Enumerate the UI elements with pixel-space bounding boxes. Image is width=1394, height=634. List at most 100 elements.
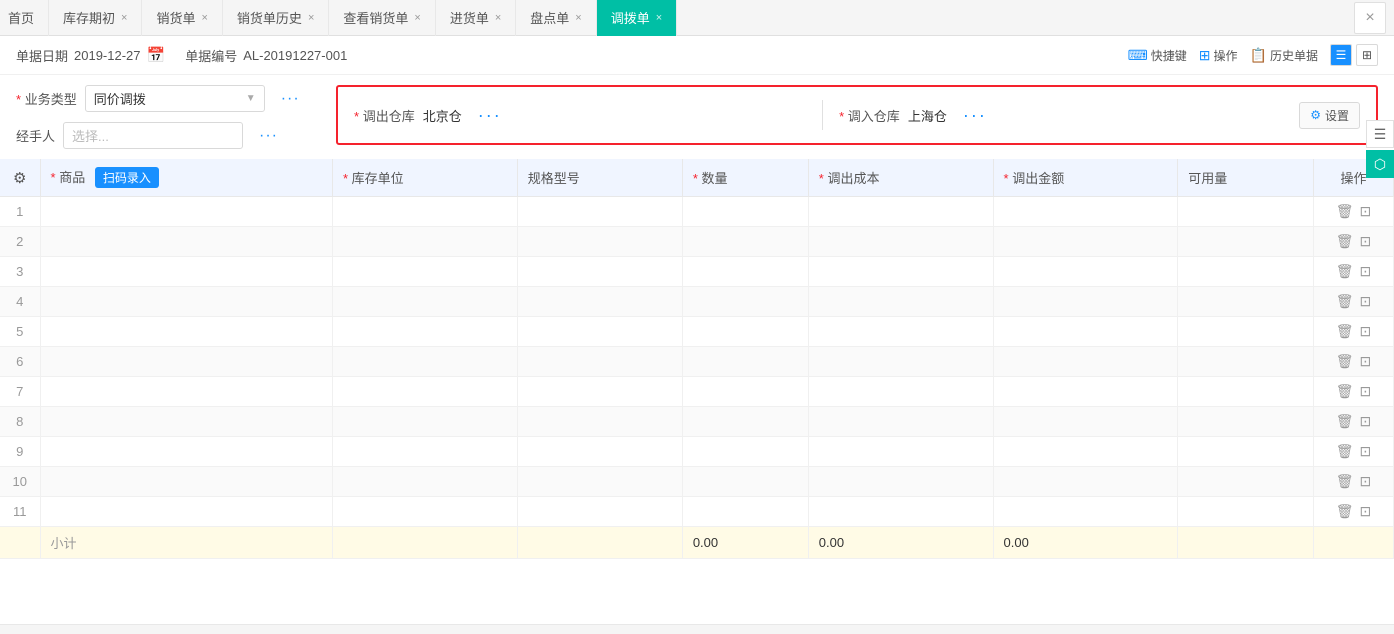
cell-available[interactable] (1178, 227, 1314, 257)
cell-cost[interactable] (808, 227, 993, 257)
cell-amount[interactable] (993, 347, 1178, 377)
cell-spec[interactable] (517, 227, 682, 257)
scan-button[interactable]: 扫码录入 (95, 167, 159, 188)
copy-icon[interactable]: ⊡ (1360, 473, 1372, 490)
copy-icon[interactable]: ⊡ (1360, 323, 1372, 340)
cell-available[interactable] (1178, 257, 1314, 287)
cell-qty[interactable] (682, 257, 808, 287)
copy-icon[interactable]: ⊡ (1360, 233, 1372, 250)
cell-product[interactable] (40, 227, 332, 257)
delete-icon[interactable]: 🗑 (1336, 503, 1354, 520)
tab-sales-history[interactable]: 销货单历史 × (223, 0, 329, 36)
cell-amount[interactable] (993, 317, 1178, 347)
cell-qty[interactable] (682, 317, 808, 347)
cell-unit[interactable] (332, 257, 517, 287)
delete-icon[interactable]: 🗑 (1336, 203, 1354, 220)
cell-unit[interactable] (332, 467, 517, 497)
delete-icon[interactable]: 🗑 (1336, 473, 1354, 490)
tab-close-stocktake[interactable]: × (575, 12, 581, 24)
copy-icon[interactable]: ⊡ (1360, 293, 1372, 310)
cell-product[interactable] (40, 317, 332, 347)
cell-qty[interactable] (682, 347, 808, 377)
tab-close-sales-history[interactable]: × (308, 12, 314, 24)
cell-product[interactable] (40, 287, 332, 317)
cell-cost[interactable] (808, 377, 993, 407)
cell-amount[interactable] (993, 227, 1178, 257)
copy-icon[interactable]: ⊡ (1360, 353, 1372, 370)
cell-qty[interactable] (682, 377, 808, 407)
cell-available[interactable] (1178, 287, 1314, 317)
cell-product[interactable] (40, 467, 332, 497)
cell-cost[interactable] (808, 287, 993, 317)
delete-icon[interactable]: 🗑 (1336, 383, 1354, 400)
cell-cost[interactable] (808, 437, 993, 467)
cell-unit[interactable] (332, 197, 517, 227)
sidebar-list-icon[interactable]: ☰ (1366, 120, 1394, 148)
cell-available[interactable] (1178, 377, 1314, 407)
cell-qty[interactable] (682, 437, 808, 467)
tab-close-stock-init[interactable]: × (121, 12, 127, 24)
cell-qty[interactable] (682, 227, 808, 257)
cell-unit[interactable] (332, 287, 517, 317)
cell-product[interactable] (40, 437, 332, 467)
table-settings-icon[interactable]: ⚙ (13, 170, 26, 187)
delete-icon[interactable]: 🗑 (1336, 293, 1354, 310)
tab-transfer[interactable]: 调拨单 × (597, 0, 677, 36)
history-button[interactable]: 📋 历史单据 (1250, 47, 1318, 64)
copy-icon[interactable]: ⊡ (1360, 263, 1372, 280)
cell-unit[interactable] (332, 347, 517, 377)
cell-product[interactable] (40, 407, 332, 437)
person-field[interactable]: 选择... (63, 122, 243, 149)
cell-amount[interactable] (993, 437, 1178, 467)
cell-spec[interactable] (517, 467, 682, 497)
biz-more-icon[interactable]: ··· (281, 90, 300, 108)
delete-icon[interactable]: 🗑 (1336, 413, 1354, 430)
tab-home[interactable]: 首页 (8, 0, 49, 36)
tab-stocktake[interactable]: 盘点单 × (516, 0, 596, 36)
cell-unit[interactable] (332, 437, 517, 467)
cell-spec[interactable] (517, 197, 682, 227)
tab-purchase[interactable]: 进货单 × (436, 0, 516, 36)
cell-spec[interactable] (517, 257, 682, 287)
copy-icon[interactable]: ⊡ (1360, 203, 1372, 220)
calendar-icon[interactable]: 📅 (147, 46, 166, 64)
cell-cost[interactable] (808, 407, 993, 437)
copy-icon[interactable]: ⊡ (1360, 383, 1372, 400)
cell-amount[interactable] (993, 377, 1178, 407)
cell-cost[interactable] (808, 467, 993, 497)
cell-product[interactable] (40, 257, 332, 287)
cell-available[interactable] (1178, 317, 1314, 347)
cell-amount[interactable] (993, 257, 1178, 287)
cell-amount[interactable] (993, 407, 1178, 437)
tab-sales-order[interactable]: 销货单 × (142, 0, 222, 36)
delete-icon[interactable]: 🗑 (1336, 443, 1354, 460)
sidebar-expand-icon[interactable]: ⬡ (1366, 150, 1394, 178)
cell-available[interactable] (1178, 407, 1314, 437)
delete-icon[interactable]: 🗑 (1336, 323, 1354, 340)
cell-product[interactable] (40, 197, 332, 227)
copy-icon[interactable]: ⊡ (1360, 413, 1372, 430)
cell-unit[interactable] (332, 377, 517, 407)
cell-spec[interactable] (517, 377, 682, 407)
tab-close-view-sales[interactable]: × (414, 12, 420, 24)
warehouse-out-more-icon[interactable]: ··· (478, 105, 502, 126)
tab-stock-init[interactable]: 库存期初 × (49, 0, 142, 36)
cell-product[interactable] (40, 347, 332, 377)
delete-icon[interactable]: 🗑 (1336, 353, 1354, 370)
cell-spec[interactable] (517, 317, 682, 347)
horizontal-scrollbar[interactable] (0, 624, 1394, 634)
shortcut-button[interactable]: ⌨ 快捷键 (1128, 47, 1187, 64)
cell-available[interactable] (1178, 467, 1314, 497)
layout-grid-btn[interactable]: ⊞ (1356, 44, 1378, 66)
ops-button[interactable]: ⊞ 操作 (1199, 47, 1238, 64)
delete-icon[interactable]: 🗑 (1336, 233, 1354, 250)
cell-available[interactable] (1178, 347, 1314, 377)
cell-cost[interactable] (808, 197, 993, 227)
tab-close-purchase[interactable]: × (495, 12, 501, 24)
copy-icon[interactable]: ⊡ (1360, 503, 1372, 520)
cell-product[interactable] (40, 377, 332, 407)
cell-cost[interactable] (808, 347, 993, 377)
cell-cost[interactable] (808, 317, 993, 347)
cell-spec[interactable] (517, 287, 682, 317)
cell-spec[interactable] (517, 347, 682, 377)
